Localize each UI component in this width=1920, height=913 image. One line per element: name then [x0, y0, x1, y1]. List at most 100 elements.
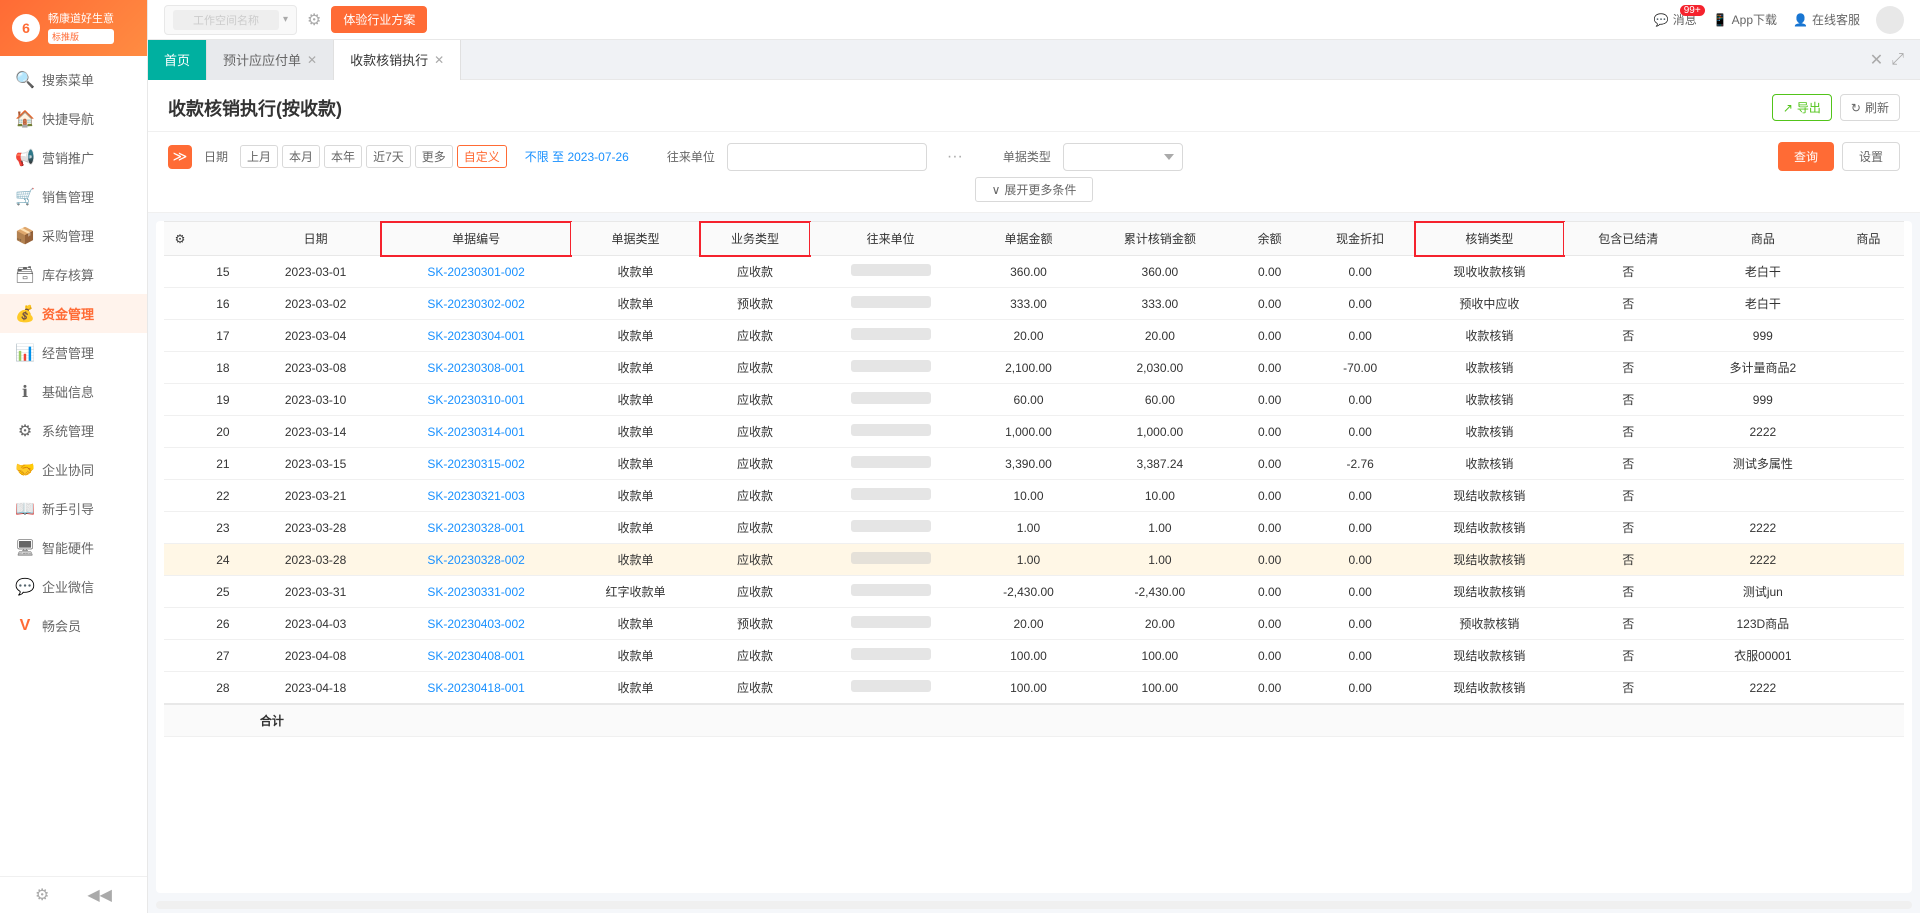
- sidebar-item-wechat[interactable]: 💬 企业微信: [0, 567, 147, 606]
- cell-billno[interactable]: SK-20230408-001: [381, 640, 571, 672]
- footer-settings: [164, 704, 196, 737]
- col-includesettled-header[interactable]: 包含已结清: [1564, 222, 1693, 256]
- sidebar-item-system[interactable]: ⚙ 系统管理: [0, 411, 147, 450]
- bill-no-link[interactable]: SK-20230418-001: [427, 681, 524, 695]
- online-service-button[interactable]: 👤 在线客服: [1793, 11, 1860, 28]
- col-cashdiscount-header[interactable]: 现金折扣: [1305, 222, 1415, 256]
- expand-chevron-icon: ∨: [992, 183, 1001, 197]
- bill-no-link[interactable]: SK-20230315-002: [427, 457, 524, 471]
- sidebar-item-inventory[interactable]: 🗃 库存核算: [0, 255, 147, 294]
- tab-collection-close[interactable]: ✕: [434, 53, 444, 67]
- filter-expand-button[interactable]: ≫: [168, 145, 192, 169]
- cell-billno[interactable]: SK-20230328-002: [381, 544, 571, 576]
- sidebar-item-sales[interactable]: 🛒 销售管理: [0, 177, 147, 216]
- partner-filter-input[interactable]: [727, 143, 927, 171]
- tab-maximize-icon[interactable]: ⤢: [1891, 51, 1904, 69]
- col-billno-header[interactable]: 单据编号: [381, 222, 571, 256]
- custom-date-btn[interactable]: 自定义: [457, 145, 507, 168]
- tab-payables[interactable]: 预计应应付单 ✕: [207, 40, 334, 80]
- cell-balance: 0.00: [1234, 320, 1305, 352]
- last-month-btn[interactable]: 上月: [240, 145, 278, 168]
- col-amount-header[interactable]: 单据金额: [971, 222, 1085, 256]
- more-date-btn[interactable]: 更多: [415, 145, 453, 168]
- workspace-selector[interactable]: 工作空间名称 ▾: [164, 5, 297, 35]
- cell-balance: 0.00: [1234, 256, 1305, 288]
- sidebar-item-marketing[interactable]: 📢 营销推广: [0, 138, 147, 177]
- bill-no-link[interactable]: SK-20230328-001: [427, 521, 524, 535]
- this-month-btn[interactable]: 本月: [282, 145, 320, 168]
- sidebar-item-guide[interactable]: 📖 新手引导: [0, 489, 147, 528]
- last-7days-btn[interactable]: 近7天: [366, 145, 411, 168]
- cell-billno[interactable]: SK-20230418-001: [381, 672, 571, 705]
- bill-no-link[interactable]: SK-20230302-002: [427, 297, 524, 311]
- sidebar-item-quicknav[interactable]: 🏠 快捷导航: [0, 99, 147, 138]
- col-goods-header[interactable]: 商品: [1693, 222, 1833, 256]
- bill-no-link[interactable]: SK-20230310-001: [427, 393, 524, 407]
- settings-bottom-icon[interactable]: ⚙: [35, 885, 49, 905]
- bill-no-link[interactable]: SK-20230408-001: [427, 649, 524, 663]
- bill-no-link[interactable]: SK-20230321-003: [427, 489, 524, 503]
- sidebar-item-member[interactable]: V 畅会员: [0, 606, 147, 645]
- col-goods2-header[interactable]: 商品: [1833, 222, 1904, 256]
- cell-billno[interactable]: SK-20230304-001: [381, 320, 571, 352]
- col-billtype-header[interactable]: 单据类型: [571, 222, 700, 256]
- collapse-icon[interactable]: ◀◀: [87, 885, 112, 905]
- bill-no-link[interactable]: SK-20230331-002: [427, 585, 524, 599]
- cell-cashdiscount: 0.00: [1305, 544, 1415, 576]
- col-settings-icon[interactable]: ⚙: [175, 232, 186, 246]
- cell-amount: 3,390.00: [971, 448, 1085, 480]
- bill-no-link[interactable]: SK-20230314-001: [427, 425, 524, 439]
- query-button[interactable]: 查询: [1778, 142, 1834, 171]
- horizontal-scrollbar[interactable]: [156, 901, 1912, 909]
- user-avatar[interactable]: [1876, 6, 1904, 34]
- tab-payables-close[interactable]: ✕: [307, 53, 317, 67]
- sidebar-item-search[interactable]: 🔍 搜索菜单: [0, 60, 147, 99]
- bill-no-link[interactable]: SK-20230304-001: [427, 329, 524, 343]
- col-writeoff-header[interactable]: 累计核销金额: [1086, 222, 1235, 256]
- bill-no-link[interactable]: SK-20230403-002: [427, 617, 524, 631]
- table-container[interactable]: ⚙ 日期 单据编号 单据类型 业务类型 往来单位 单据金额 累计核销金额 余额 …: [156, 221, 1912, 893]
- workspace-dropdown-icon: ▾: [283, 14, 288, 25]
- topbar-gear-icon[interactable]: ⚙: [303, 6, 325, 34]
- tab-home[interactable]: 首页: [148, 40, 207, 80]
- tab-close-all-icon[interactable]: ✕: [1870, 50, 1883, 70]
- cell-billno[interactable]: SK-20230302-002: [381, 288, 571, 320]
- bill-no-link[interactable]: SK-20230308-001: [427, 361, 524, 375]
- col-writeofftype-header[interactable]: 核销类型: [1415, 222, 1564, 256]
- bill-no-link[interactable]: SK-20230328-002: [427, 553, 524, 567]
- sidebar-item-operations[interactable]: 📊 经营管理: [0, 333, 147, 372]
- cell-billno[interactable]: SK-20230301-002: [381, 256, 571, 288]
- cell-billno[interactable]: SK-20230310-001: [381, 384, 571, 416]
- sidebar-item-purchase[interactable]: 📦 采购管理: [0, 216, 147, 255]
- cell-billno[interactable]: SK-20230331-002: [381, 576, 571, 608]
- app-download-button[interactable]: 📱 App下载: [1713, 11, 1777, 28]
- tab-collection[interactable]: 收款核销执行 ✕: [334, 40, 461, 80]
- messages-badge: 99+: [1680, 5, 1705, 16]
- sidebar-item-finance[interactable]: 💰 资金管理: [0, 294, 147, 333]
- this-year-btn[interactable]: 本年: [324, 145, 362, 168]
- bill-type-filter-select[interactable]: [1063, 143, 1183, 171]
- cell-billno[interactable]: SK-20230403-002: [381, 608, 571, 640]
- col-date-header[interactable]: 日期: [250, 222, 381, 256]
- cell-billtype: 收款单: [571, 448, 700, 480]
- partner-filter-dots[interactable]: ···: [939, 148, 971, 166]
- cell-billno[interactable]: SK-20230328-001: [381, 512, 571, 544]
- col-biztype-header[interactable]: 业务类型: [700, 222, 810, 256]
- col-partner-header[interactable]: 往来单位: [810, 222, 971, 256]
- messages-button[interactable]: 💬 消息 99+: [1654, 11, 1697, 28]
- filter-settings-button[interactable]: 设置: [1842, 142, 1900, 171]
- cell-billno[interactable]: SK-20230314-001: [381, 416, 571, 448]
- sidebar-item-hardware[interactable]: 🖥 智能硬件: [0, 528, 147, 567]
- col-settings-header[interactable]: ⚙: [164, 222, 196, 256]
- refresh-button[interactable]: ↻ 刷新: [1840, 94, 1900, 121]
- bill-no-link[interactable]: SK-20230301-002: [427, 265, 524, 279]
- sidebar-item-basic[interactable]: ℹ 基础信息: [0, 372, 147, 411]
- expand-more-button[interactable]: ∨ 展开更多条件: [975, 177, 1094, 202]
- cell-billno[interactable]: SK-20230308-001: [381, 352, 571, 384]
- sidebar-item-enterprise[interactable]: 🤝 企业协同: [0, 450, 147, 489]
- cell-billno[interactable]: SK-20230315-002: [381, 448, 571, 480]
- cell-billno[interactable]: SK-20230321-003: [381, 480, 571, 512]
- col-balance-header[interactable]: 余额: [1234, 222, 1305, 256]
- solution-button[interactable]: 体验行业方案: [331, 6, 427, 33]
- export-button[interactable]: ↗ 导出: [1772, 94, 1832, 121]
